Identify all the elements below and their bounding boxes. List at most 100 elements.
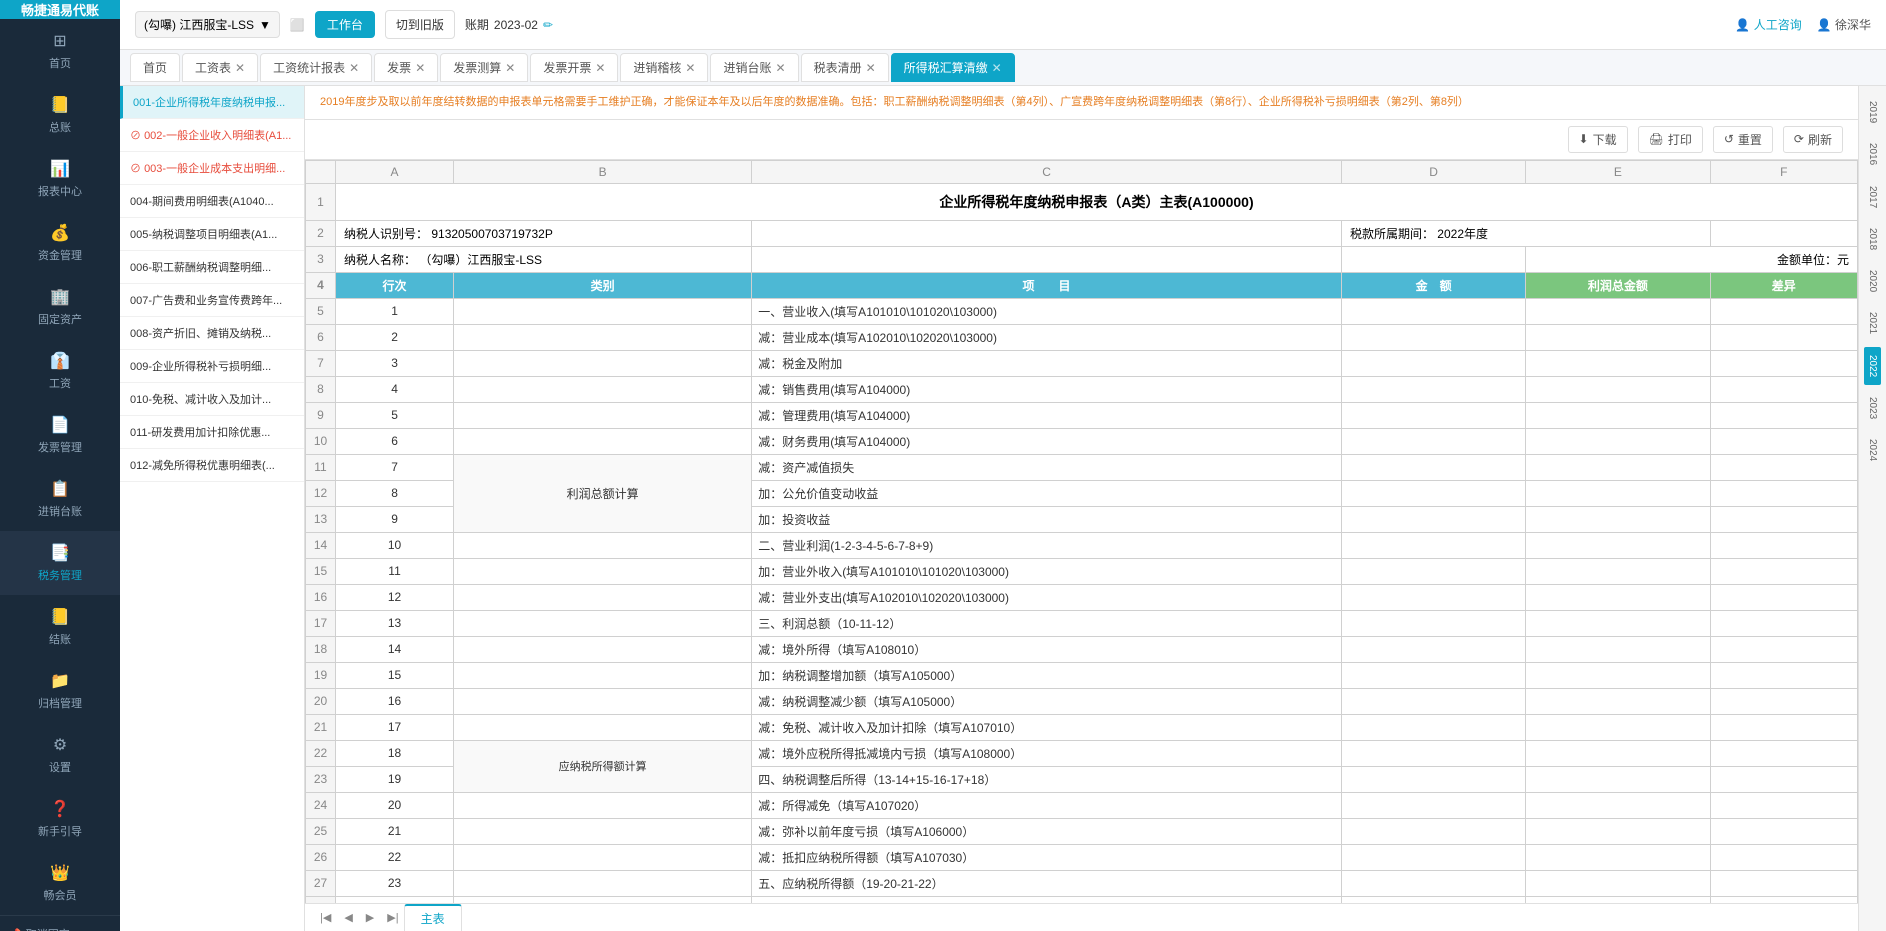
table-row: 20 16 减：纳税调整减少额（填写A105000） <box>306 688 1858 714</box>
year-item-2017[interactable]: 2017 <box>1864 178 1881 216</box>
row-number: 11 <box>306 454 336 480</box>
tab-invoice-issue[interactable]: 发票开票 ✕ <box>530 53 618 82</box>
tab-income-tax[interactable]: 所得税汇算清缴 ✕ <box>891 53 1015 82</box>
tab-check[interactable]: 进销稽核 ✕ <box>620 53 708 82</box>
left-panel-item-005[interactable]: 005-纳税调整项目明细表(A1... <box>120 218 304 251</box>
row-number: 6 <box>306 324 336 350</box>
year-item-2022[interactable]: 2022 <box>1864 347 1881 385</box>
user-service[interactable]: 👤 人工咨询 <box>1735 16 1801 33</box>
table-container[interactable]: A B C D E F 1 企业所 <box>305 160 1858 904</box>
bottom-nav: |◀ ◀ ▶ ▶| <box>315 909 404 926</box>
sidebar-item-home[interactable]: ⊞ 首页 <box>0 19 120 83</box>
year-item-2024[interactable]: 2024 <box>1864 431 1881 469</box>
edit-period-icon[interactable]: ✏ <box>543 18 553 32</box>
left-panel-item-001[interactable]: 001-企业所得税年度纳税申报... <box>120 86 304 119</box>
year-item-2018[interactable]: 2018 <box>1864 220 1881 258</box>
reset-button[interactable]: ↺ 重置 <box>1713 126 1773 153</box>
pin-icon: 📌 <box>8 928 22 931</box>
col-jine: 金 额 <box>1341 272 1525 298</box>
download-button[interactable]: ⬇ 下载 <box>1568 126 1628 153</box>
sidebar-item-label: 固定资产 <box>38 311 82 327</box>
row-category <box>454 792 752 818</box>
row-item: 五、应纳税所得额（19-20-21-22） <box>752 870 1342 896</box>
prev-tab-icon[interactable]: ◀ <box>339 909 357 926</box>
year-item-2021[interactable]: 2021 <box>1864 304 1881 342</box>
tab-close-icon[interactable]: ✕ <box>866 61 876 75</box>
sidebar: 畅捷通易代账 ⊞ 首页 📒 总账 📊 报表中心 💰 资金管理 🏢 固定资产 👔 … <box>0 0 120 931</box>
table-row: 11 7 利润总额计算 减：资产减值损失 <box>306 454 1858 480</box>
sidebar-item-assets[interactable]: 🏢 固定资产 <box>0 275 120 339</box>
workbench-button[interactable]: 工作台 <box>315 11 375 38</box>
tab-close-icon[interactable]: ✕ <box>505 61 515 75</box>
ledger-icon: 📒 <box>50 95 70 115</box>
sidebar-item-tax[interactable]: 📑 税务管理 <box>0 531 120 595</box>
print-button[interactable]: 🖨 打印 <box>1638 126 1703 153</box>
tab-close-icon[interactable]: ✕ <box>992 61 1002 75</box>
sidebar-item-label: 归档管理 <box>38 695 82 711</box>
left-panel-item-011[interactable]: 011-研发费用加计扣除优惠... <box>120 416 304 449</box>
left-panel-item-012[interactable]: 012-减免所得税优惠明细表(... <box>120 449 304 482</box>
row-amount <box>1341 740 1525 766</box>
left-panel-item-003[interactable]: ⊘ 003-一般企业成本支出明细... <box>120 152 304 185</box>
refresh-button[interactable]: ⟳ 刷新 <box>1783 126 1843 153</box>
copy-icon[interactable]: ⬜ <box>290 18 305 32</box>
tab-tax-list[interactable]: 税表清册 ✕ <box>801 53 889 82</box>
tab-close-icon[interactable]: ✕ <box>349 61 359 75</box>
last-tab-icon[interactable]: ▶| <box>382 909 403 926</box>
row-profit <box>1526 896 1710 903</box>
row-diff <box>1710 584 1857 610</box>
sidebar-item-close[interactable]: 📒 结账 <box>0 595 120 659</box>
first-tab-icon[interactable]: |◀ <box>315 909 336 926</box>
tab-ledger[interactable]: 进销台账 ✕ <box>710 53 798 82</box>
sidebar-item-settings[interactable]: ⚙ 设置 <box>0 723 120 787</box>
sidebar-item-guide[interactable]: ❓ 新手引导 <box>0 787 120 851</box>
tab-close-icon[interactable]: ✕ <box>235 61 245 75</box>
row-amount <box>1341 584 1525 610</box>
switch-version-button[interactable]: 切到旧版 <box>385 10 455 39</box>
tax-id-cell: 纳税人识别号： 91320500703719732P <box>336 220 752 246</box>
tab-invoice-calc[interactable]: 发票测算 ✕ <box>440 53 528 82</box>
sidebar-item-label: 结账 <box>49 631 71 647</box>
tab-home[interactable]: 首页 <box>130 53 180 82</box>
left-panel-item-010[interactable]: 010-免税、减计收入及加计... <box>120 383 304 416</box>
tab-close-icon[interactable]: ✕ <box>595 61 605 75</box>
tab-salary[interactable]: 工资表 ✕ <box>182 53 258 82</box>
row-profit <box>1526 636 1710 662</box>
sidebar-item-invoice[interactable]: 📄 发票管理 <box>0 403 120 467</box>
year-item-2020[interactable]: 2020 <box>1864 262 1881 300</box>
left-panel-item-009[interactable]: 009-企业所得税补亏损明细... <box>120 350 304 383</box>
sidebar-item-reports[interactable]: 📊 报表中心 <box>0 147 120 211</box>
row-profit <box>1526 610 1710 636</box>
cancel-fixed-btn[interactable]: 📌 取消固定 <box>0 915 120 931</box>
tab-salary-stats[interactable]: 工资统计报表 ✕ <box>260 53 372 82</box>
left-panel-item-006[interactable]: 006-职工薪酬纳税调整明细... <box>120 251 304 284</box>
left-panel-item-002[interactable]: ⊘ 002-一般企业收入明细表(A1... <box>120 119 304 152</box>
year-item-2023[interactable]: 2023 <box>1864 389 1881 427</box>
tab-close-icon[interactable]: ✕ <box>776 61 786 75</box>
row-diff <box>1710 480 1857 506</box>
year-item-2016[interactable]: 2016 <box>1864 135 1881 173</box>
company-selector[interactable]: (勾嚗) 江西服宝-LSS ▼ <box>135 11 280 38</box>
table-row: 26 22 减：抵扣应纳税所得额（填写A107030） <box>306 844 1858 870</box>
tab-close-icon[interactable]: ✕ <box>415 61 425 75</box>
row-item: 减：营业成本(填写A102010\102020\103000) <box>752 324 1342 350</box>
sidebar-item-member[interactable]: 👑 畅会员 <box>0 851 120 915</box>
reset-icon: ↺ <box>1724 132 1734 146</box>
guide-icon: ❓ <box>50 799 70 819</box>
sidebar-item-ledger[interactable]: 📒 总账 <box>0 83 120 147</box>
sidebar-item-purchsales[interactable]: 📋 进销台账 <box>0 467 120 531</box>
sidebar-item-finance[interactable]: 💰 资金管理 <box>0 211 120 275</box>
tab-invoice[interactable]: 发票 ✕ <box>374 53 438 82</box>
empty-cell <box>1341 246 1525 272</box>
row-diff <box>1710 792 1857 818</box>
next-tab-icon[interactable]: ▶ <box>361 909 379 926</box>
left-panel-item-004[interactable]: 004-期间费用明细表(A1040... <box>120 185 304 218</box>
sidebar-item-archive[interactable]: 📁 归档管理 <box>0 659 120 723</box>
left-panel-item-007[interactable]: 007-广告费和业务宣传费跨年... <box>120 284 304 317</box>
bottom-tab-main[interactable]: 主表 <box>404 904 462 931</box>
tab-close-icon[interactable]: ✕ <box>685 61 695 75</box>
year-item-2019[interactable]: 2019 <box>1864 93 1881 131</box>
sidebar-item-salary[interactable]: 👔 工资 <box>0 339 120 403</box>
row-category <box>454 844 752 870</box>
left-panel-item-008[interactable]: 008-资产折旧、摊销及纳税... <box>120 317 304 350</box>
